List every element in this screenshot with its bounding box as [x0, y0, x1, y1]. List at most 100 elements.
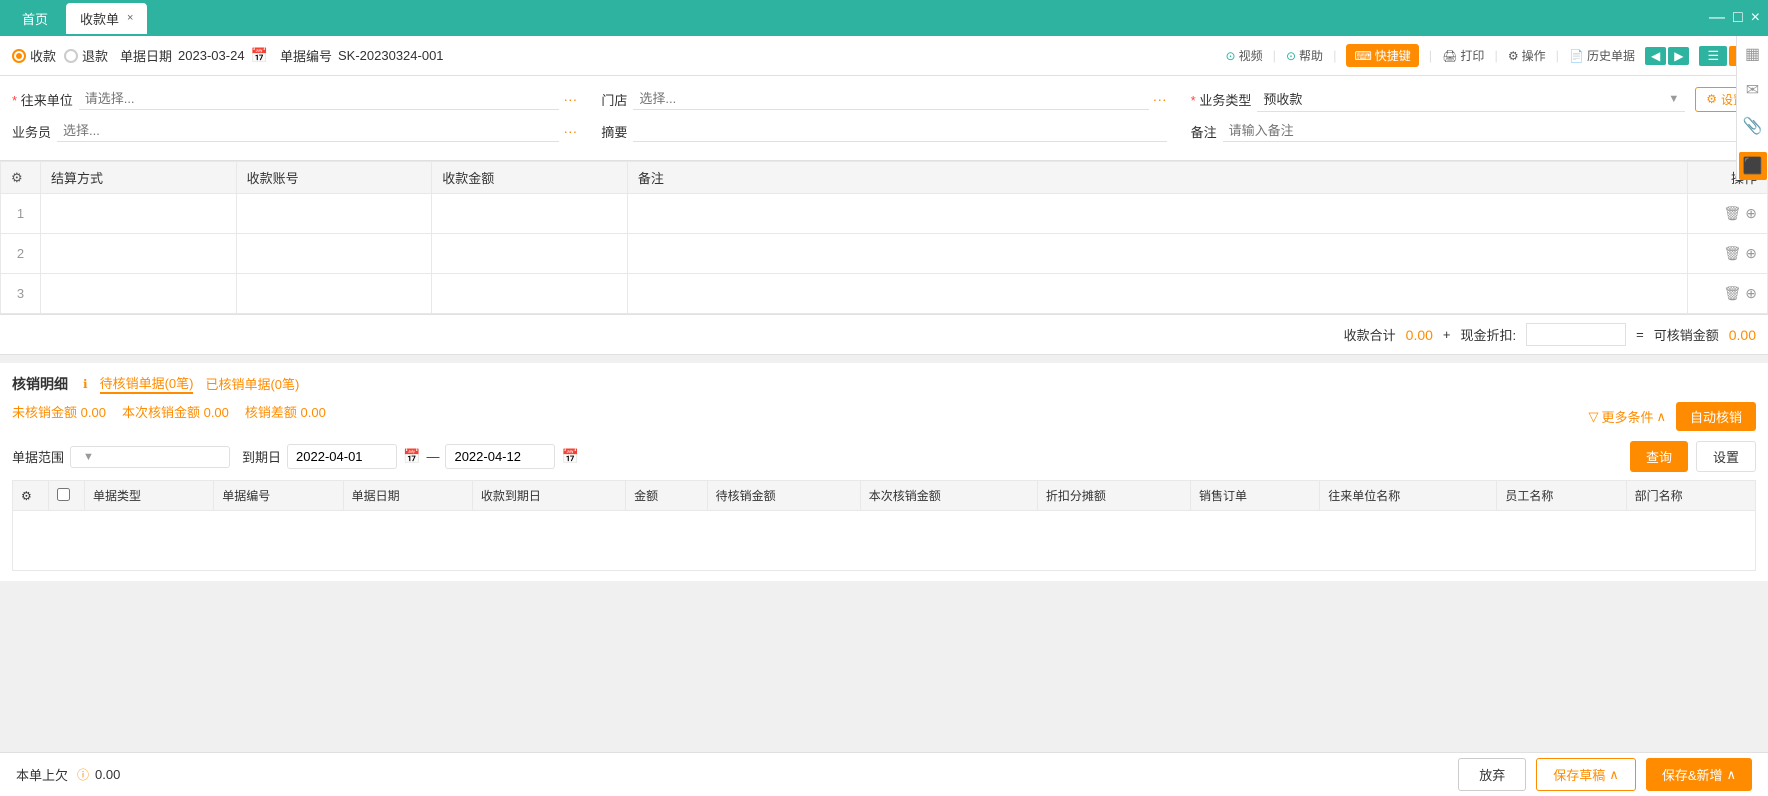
info-icon[interactable]: ℹ [83, 377, 88, 391]
bottom-col-settings[interactable]: ⚙ [13, 481, 49, 511]
row-account-3[interactable] [236, 274, 432, 314]
summary-row: 收款合计 0.00 + 现金折扣: = 可核销金额 0.00 [0, 315, 1768, 355]
verify-stats: 未核销金额 0.00 本次核销金额 0.00 核销差额 0.00 ▽ 更多条件 … [12, 402, 1756, 431]
business-type-field: * 业务类型 预收款 ▼ ⚙ 设置 [1191, 86, 1756, 112]
delete-row-3-icon[interactable]: 🗑 [1723, 285, 1741, 302]
range-label: 单据范围 [12, 447, 64, 466]
query-btn[interactable]: 查询 [1630, 441, 1688, 472]
salesperson-input[interactable] [57, 120, 559, 142]
col-settings-header[interactable]: ⚙ [1, 162, 41, 194]
ops-icon: ⚙ [1508, 49, 1519, 63]
discount-input[interactable] [1526, 323, 1626, 346]
tab-current-label: 收款单 [80, 9, 119, 28]
required-star: * [12, 93, 17, 108]
tab-current[interactable]: 收款单 × [66, 3, 147, 34]
row-settlement-2[interactable] [41, 234, 237, 274]
save-draft-btn[interactable]: 保存草稿 ∧ [1536, 758, 1636, 791]
row-settlement-3[interactable] [41, 274, 237, 314]
net-label: 可核销金额 [1654, 325, 1719, 344]
footer: 本单上欠 ⓘ 0.00 放弃 保存草稿 ∧ 保存&新增 ∧ [0, 752, 1768, 796]
abandon-btn[interactable]: 放弃 [1458, 758, 1526, 791]
total-value: 0.00 [1406, 327, 1433, 343]
copy-row-2-icon[interactable]: ⊕ [1745, 245, 1757, 262]
radio-tuikuan[interactable]: 退款 [64, 46, 108, 65]
bottom-col-checkbox[interactable] [49, 481, 85, 511]
radio-shouquan[interactable]: 收款 [12, 46, 56, 65]
calendar-icon[interactable]: 📅 [251, 47, 268, 64]
toolbar-right: ⊙ 视频 | ⊙ 帮助 | ⌨ 快捷键 | 🖨 打印 | ⚙ 操作 [1226, 44, 1756, 67]
maximize-icon[interactable]: □ [1733, 9, 1743, 27]
tab-close-icon[interactable]: × [127, 12, 133, 24]
video-btn[interactable]: ⊙ 视频 [1226, 47, 1263, 64]
auto-verify-btn[interactable]: 自动核销 [1676, 402, 1756, 431]
table-sidebar-icon[interactable]: ▦ [1745, 44, 1760, 64]
attachment-sidebar-icon[interactable]: 📎 [1743, 116, 1763, 136]
row-amount-3[interactable] [432, 274, 628, 314]
business-type-value: 预收款 [1263, 89, 1302, 108]
unchecked-stat: 未核销金额 0.00 [12, 402, 106, 431]
delete-row-1-icon[interactable]: 🗑 [1723, 205, 1741, 222]
shortcut-btn[interactable]: ⌨ 快捷键 [1346, 44, 1418, 67]
tab-home[interactable]: 首页 [8, 3, 62, 34]
action-sidebar-icon[interactable]: ⬛ [1739, 152, 1767, 180]
date-field: 单据日期 2023-03-24 📅 [120, 46, 268, 65]
bottom-col-employee: 员工名称 [1497, 481, 1626, 511]
help-label: 帮助 [1299, 47, 1323, 64]
close-window-icon[interactable]: × [1751, 9, 1760, 27]
print-btn[interactable]: 🖨 打印 [1442, 47, 1484, 64]
range-select[interactable]: ▼ [70, 446, 230, 468]
store-more-btn[interactable]: ··· [1153, 91, 1167, 107]
print-label: 打印 [1460, 47, 1484, 64]
bottom-col-pending: 待核销金额 [707, 481, 860, 511]
copy-row-3-icon[interactable]: ⊕ [1745, 285, 1757, 302]
save-new-btn[interactable]: 保存&新增 ∧ [1646, 758, 1752, 791]
form-area: * 往来单位 ··· 门店 ··· * 业务类型 预收款 ▼ [0, 76, 1768, 161]
save-new-label: 保存&新增 [1662, 765, 1723, 784]
row-num-2: 2 [1, 234, 41, 274]
copy-row-1-icon[interactable]: ⊕ [1745, 205, 1757, 222]
business-type-select[interactable]: 预收款 ▼ [1257, 86, 1685, 112]
number-field: 单据编号 SK-20230324-001 [280, 46, 444, 65]
verify-setting-btn[interactable]: 设置 [1696, 441, 1756, 472]
minimize-icon[interactable]: — [1709, 9, 1725, 27]
tab-pending[interactable]: 待核销单据(0笔) [100, 373, 194, 394]
row-remark-2[interactable] [627, 234, 1687, 274]
remark-input[interactable] [1223, 120, 1756, 142]
row-amount-1[interactable] [432, 194, 628, 234]
nav-prev[interactable]: ◀ [1645, 47, 1666, 65]
number-value[interactable]: SK-20230324-001 [338, 48, 444, 63]
row-amount-2[interactable] [432, 234, 628, 274]
date-value[interactable]: 2023-03-24 [178, 48, 245, 63]
store-input[interactable] [633, 88, 1148, 110]
counterpart-input[interactable] [79, 88, 560, 110]
help-btn[interactable]: ⊙ 帮助 [1286, 47, 1323, 64]
row-num-3: 3 [1, 274, 41, 314]
delete-row-2-icon[interactable]: 🗑 [1723, 245, 1741, 262]
salesperson-more-btn[interactable]: ··· [563, 123, 577, 139]
date-to-calendar-icon[interactable]: 📅 [561, 448, 578, 465]
summary-input[interactable] [633, 120, 1166, 142]
video-icon: ⊙ [1226, 49, 1236, 63]
nav-next[interactable]: ▶ [1668, 47, 1689, 65]
help-icon: ⊙ [1286, 49, 1296, 63]
row-account-2[interactable] [236, 234, 432, 274]
row-settlement-1[interactable] [41, 194, 237, 234]
tab-done[interactable]: 已核销单据(0笔) [205, 374, 299, 393]
row-remark-1[interactable] [627, 194, 1687, 234]
counterpart-more-btn[interactable]: ··· [563, 91, 577, 107]
select-all-checkbox[interactable] [57, 488, 70, 501]
row-remark-3[interactable] [627, 274, 1687, 314]
date-to-input[interactable] [445, 444, 555, 469]
row-account-1[interactable] [236, 194, 432, 234]
email-sidebar-icon[interactable]: ✉ [1746, 80, 1759, 100]
more-conditions-btn[interactable]: ▽ 更多条件 ∧ [1588, 407, 1666, 426]
footer-info-icon[interactable]: ⓘ [77, 766, 89, 783]
history-btn[interactable]: 📄 历史单据 [1569, 47, 1635, 64]
bottom-col-current: 本次核销金额 [860, 481, 1037, 511]
col-amount-header: 收款金额 [432, 162, 628, 194]
date-from-input[interactable] [287, 444, 397, 469]
date-from-calendar-icon[interactable]: 📅 [403, 448, 420, 465]
radio-circle-shouquan [12, 49, 26, 63]
ops-btn[interactable]: ⚙ 操作 [1508, 47, 1546, 64]
list-view-btn[interactable]: ☰ [1699, 46, 1727, 66]
